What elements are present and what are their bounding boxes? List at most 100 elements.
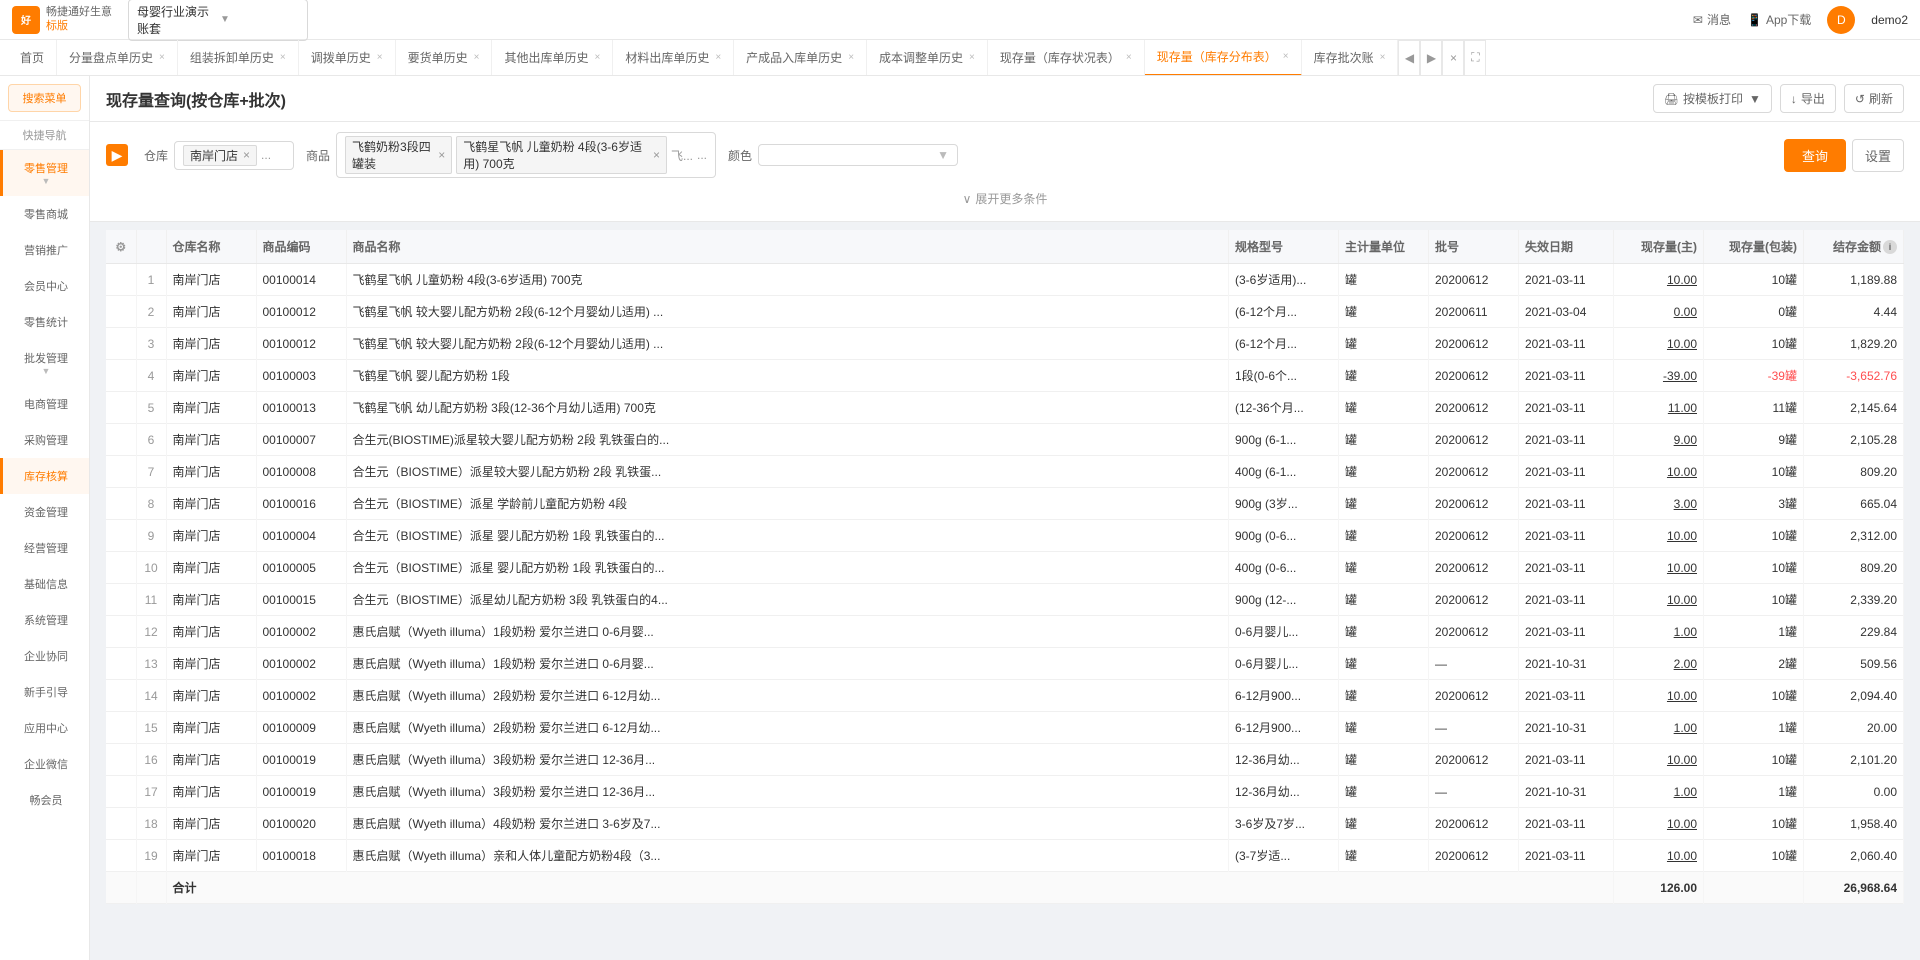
tab-prev-arrow[interactable]: ◀	[1398, 40, 1420, 76]
product-filter-input[interactable]: 飞鹤奶粉3段四罐装 × 飞鹤星飞帆 儿童奶粉 4段(3-6岁适用) 700克 ×…	[336, 132, 716, 178]
row-stock-main[interactable]: 2.00	[1614, 648, 1704, 680]
sidebar-item-purchase[interactable]: 采购管理	[0, 422, 89, 458]
warehouse-filter-input[interactable]: 南岸门店 × ...	[174, 141, 294, 170]
tab-2[interactable]: 组装拆卸单历史 ×	[178, 40, 299, 76]
export-btn[interactable]: ↓ 导出	[1780, 84, 1836, 113]
row-stock-main[interactable]: 9.00	[1614, 424, 1704, 456]
sidebar-item-basic-info[interactable]: 基础信息	[0, 566, 89, 602]
sidebar-item-operations[interactable]: 经营管理	[0, 530, 89, 566]
sidebar-item-finance[interactable]: 资金管理	[0, 494, 89, 530]
refresh-btn[interactable]: ↺ 刷新	[1844, 84, 1904, 113]
row-stock-main[interactable]: 11.00	[1614, 392, 1704, 424]
tab-1[interactable]: 分量盘点单历史 ×	[57, 40, 178, 76]
row-expire: 2021-03-11	[1519, 264, 1614, 296]
tab-next-arrow[interactable]: ▶	[1420, 40, 1442, 76]
app-download-btn[interactable]: 📱 App下载	[1747, 11, 1811, 28]
sidebar-item-newbie[interactable]: 新手引导	[0, 674, 89, 710]
row-stock-main[interactable]: 1.00	[1614, 776, 1704, 808]
tab-close[interactable]: ×	[1380, 52, 1386, 63]
row-stock-main[interactable]: 10.00	[1614, 840, 1704, 872]
tab-close[interactable]: ×	[1283, 51, 1289, 62]
messages-btn[interactable]: ✉ 消息	[1693, 11, 1731, 28]
row-balance: 4.44	[1804, 296, 1904, 328]
search-menu-btn[interactable]: 搜索菜单	[8, 84, 81, 112]
settings-icon[interactable]: ⚙	[115, 240, 126, 254]
tab-9[interactable]: 现存量（库存状况表） ×	[988, 40, 1145, 76]
row-stock-main[interactable]: 10.00	[1614, 808, 1704, 840]
tab-close[interactable]: ×	[594, 52, 600, 63]
tab-6[interactable]: 材料出库单历史 ×	[613, 40, 734, 76]
table-row: 10 南岸门店 00100005 合生元（BIOSTIME）派星 婴儿配方奶粉 …	[106, 552, 1904, 584]
tab-4[interactable]: 要货单历史 ×	[396, 40, 493, 76]
sidebar-item-inventory[interactable]: 库存核算	[0, 458, 89, 494]
tab-close[interactable]: ×	[969, 52, 975, 63]
tab-close[interactable]: ×	[1126, 52, 1132, 63]
row-index: 17	[136, 776, 166, 808]
row-stock-main[interactable]: 10.00	[1614, 680, 1704, 712]
tab-close[interactable]: ×	[474, 52, 480, 63]
product-tag1-remove[interactable]: ×	[438, 148, 445, 162]
row-stock-main[interactable]: 1.00	[1614, 712, 1704, 744]
tab-5[interactable]: 其他出库单历史 ×	[492, 40, 613, 76]
warehouse-tag-remove[interactable]: ×	[243, 148, 250, 162]
tab-8[interactable]: 成本调整单历史 ×	[867, 40, 988, 76]
row-stock-main[interactable]: 1.00	[1614, 616, 1704, 648]
row-batch: 20200612	[1429, 616, 1519, 648]
row-unit: 罐	[1339, 744, 1429, 776]
row-spec: 0-6月婴儿...	[1229, 648, 1339, 680]
row-stock-main[interactable]: 10.00	[1614, 520, 1704, 552]
row-code: 00100008	[256, 456, 346, 488]
row-stock-main[interactable]: 10.00	[1614, 552, 1704, 584]
color-filter-input[interactable]: ▼	[758, 144, 958, 166]
row-stock-main[interactable]: -39.00	[1614, 360, 1704, 392]
balance-info-icon[interactable]: i	[1883, 240, 1897, 254]
tab-close[interactable]: ×	[159, 52, 165, 63]
col-settings[interactable]: ⚙	[106, 230, 136, 264]
sidebar-item-retail-mgmt[interactable]: 零售管理 ▼	[0, 150, 89, 196]
expand-more-btn[interactable]: ∨ 展开更多条件	[963, 190, 1048, 207]
settings-btn[interactable]: 设置	[1852, 139, 1904, 172]
tab-close[interactable]: ×	[715, 52, 721, 63]
quick-nav-btn[interactable]: 快捷导航	[0, 121, 89, 150]
row-stock-main[interactable]: 10.00	[1614, 328, 1704, 360]
product-tag2-remove[interactable]: ×	[653, 148, 660, 162]
row-stock-main[interactable]: 0.00	[1614, 296, 1704, 328]
row-stock-main[interactable]: 3.00	[1614, 488, 1704, 520]
tab-close[interactable]: ×	[280, 52, 286, 63]
row-stock-main[interactable]: 10.00	[1614, 744, 1704, 776]
tab-3[interactable]: 调拨单历史 ×	[299, 40, 396, 76]
tab-10[interactable]: 现存量（库存分布表） ×	[1145, 40, 1302, 76]
sidebar-item-ecommerce[interactable]: 电商管理	[0, 386, 89, 422]
sidebar-item-app-center[interactable]: 应用中心	[0, 710, 89, 746]
tab-maximize[interactable]: ⛶	[1464, 40, 1486, 76]
tab-11[interactable]: 库存批次账 ×	[1302, 40, 1399, 76]
row-warehouse: 南岸门店	[166, 264, 256, 296]
filter-toggle-btn[interactable]: ▶	[106, 144, 128, 166]
row-stock-main[interactable]: 10.00	[1614, 456, 1704, 488]
sidebar-item-member[interactable]: 畅会员	[0, 782, 89, 818]
tab-close[interactable]: ×	[848, 52, 854, 63]
sidebar-item-enterprise-wechat[interactable]: 企业微信	[0, 746, 89, 782]
print-template-btn[interactable]: 🖨 按模板打印 ▼	[1653, 84, 1772, 113]
tab-7[interactable]: 产成品入库单历史 ×	[734, 40, 867, 76]
tab-close-all[interactable]: ×	[1442, 40, 1464, 76]
sidebar-item-system[interactable]: 系统管理	[0, 602, 89, 638]
sidebar-item-marketing[interactable]: 营销推广	[0, 232, 89, 268]
sidebar-item-member-center[interactable]: 会员中心	[0, 268, 89, 304]
tab-home[interactable]: 首页	[8, 40, 57, 76]
sidebar-item-retail-mall[interactable]: 零售商城	[0, 196, 89, 232]
org-selector[interactable]: 母婴行业演示账套 ▼	[128, 0, 308, 41]
user-name[interactable]: demo2	[1871, 13, 1908, 27]
chevron-down-icon: ∨	[963, 192, 972, 206]
query-btn[interactable]: 查询	[1784, 139, 1846, 172]
row-name: 合生元（BIOSTIME）派星 婴儿配方奶粉 1段 乳铁蛋白的...	[346, 552, 1229, 584]
sidebar-item-retail-stats[interactable]: 零售统计	[0, 304, 89, 340]
row-batch: 20200612	[1429, 488, 1519, 520]
tab-close[interactable]: ×	[377, 52, 383, 63]
sidebar-item-enterprise-collab[interactable]: 企业协同	[0, 638, 89, 674]
row-stock-main[interactable]: 10.00	[1614, 584, 1704, 616]
row-index: 13	[136, 648, 166, 680]
row-stock-main[interactable]: 10.00	[1614, 264, 1704, 296]
sidebar-item-wholesale[interactable]: 批发管理 ▼	[0, 340, 89, 386]
print-icon: 🖨	[1664, 92, 1679, 106]
